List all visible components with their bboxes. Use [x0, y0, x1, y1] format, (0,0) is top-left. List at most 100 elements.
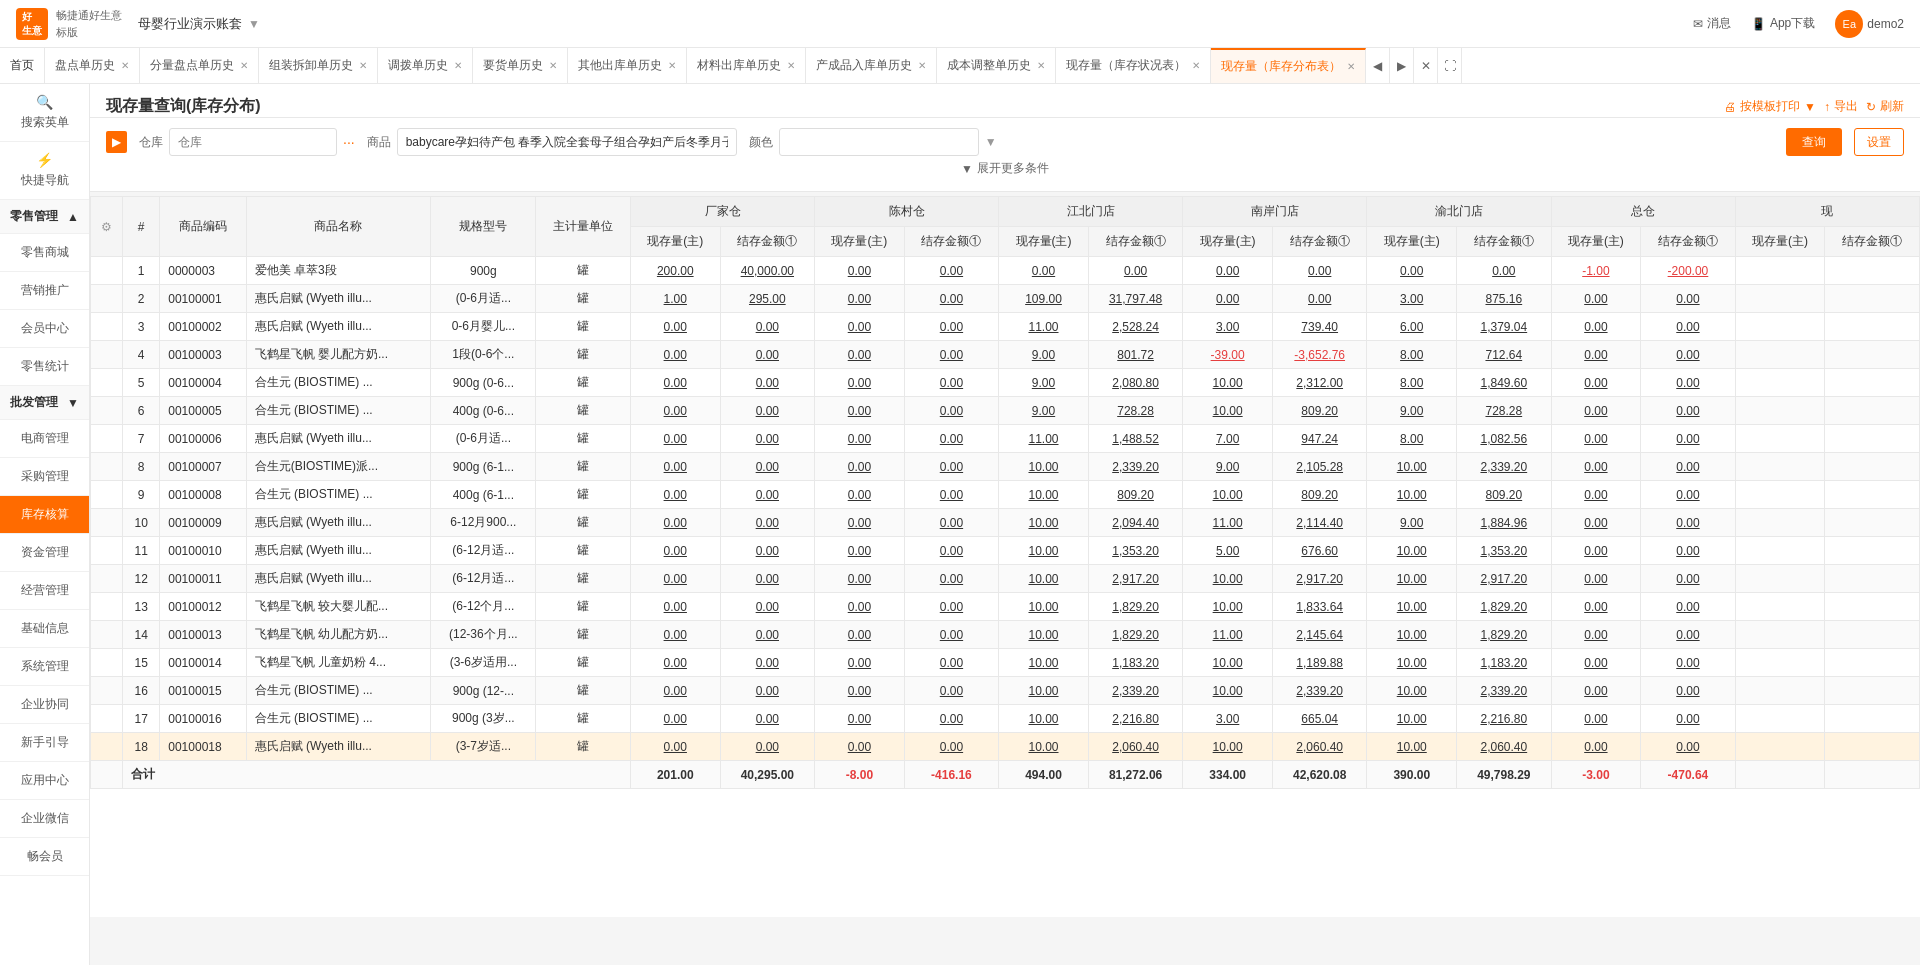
table-cell[interactable]: 0.00	[815, 397, 905, 425]
table-cell[interactable]: 10.00	[1183, 649, 1273, 677]
tab-4-close[interactable]: ✕	[454, 60, 462, 71]
tab-home[interactable]: 首页	[0, 48, 45, 84]
table-cell[interactable]: 0.00	[630, 677, 720, 705]
table-cell[interactable]: 1,829.20	[1088, 593, 1183, 621]
table-cell[interactable]: 1,379.04	[1457, 313, 1552, 341]
tab-6-close[interactable]: ✕	[668, 60, 676, 71]
table-cell[interactable]: 0.00	[1641, 621, 1736, 649]
sidebar-item-operations[interactable]: 经营管理	[0, 572, 89, 610]
table-cell[interactable]: 0.00	[720, 341, 815, 369]
sidebar-item-member2[interactable]: 畅会员	[0, 838, 89, 876]
tab-2-close[interactable]: ✕	[240, 60, 248, 71]
table-cell[interactable]: 0.00	[1551, 481, 1641, 509]
sidebar-section-retail[interactable]: 零售管理 ▲	[0, 200, 89, 234]
table-cell[interactable]: 0.00	[720, 453, 815, 481]
table-cell[interactable]: 0.00	[1641, 537, 1736, 565]
table-cell[interactable]: 10.00	[1367, 705, 1457, 733]
table-cell[interactable]: 1,183.20	[1457, 649, 1552, 677]
table-cell[interactable]: 10.00	[999, 537, 1089, 565]
table-cell[interactable]: 2,216.80	[1088, 705, 1183, 733]
table-cell[interactable]: 2,917.20	[1088, 565, 1183, 593]
table-cell[interactable]: 1,829.20	[1088, 621, 1183, 649]
table-cell[interactable]: 0.00	[1641, 369, 1736, 397]
color-input[interactable]	[779, 128, 979, 156]
table-cell[interactable]: 0.00	[720, 313, 815, 341]
table-cell[interactable]: 0.00	[815, 425, 905, 453]
table-cell[interactable]: 10.00	[999, 649, 1089, 677]
table-cell[interactable]: 0.00	[1551, 341, 1641, 369]
table-cell[interactable]: 0.00	[904, 509, 999, 537]
tab-1-close[interactable]: ✕	[121, 60, 129, 71]
tab-3-close[interactable]: ✕	[359, 60, 367, 71]
table-cell[interactable]: 0.00	[904, 453, 999, 481]
sidebar-item-retail-stat[interactable]: 零售统计	[0, 348, 89, 386]
table-cell[interactable]: -39.00	[1183, 341, 1273, 369]
table-cell[interactable]: 1,189.88	[1272, 649, 1367, 677]
tab-10-close[interactable]: ✕	[1192, 60, 1200, 71]
table-cell[interactable]: 0.00	[904, 397, 999, 425]
table-cell[interactable]: 295.00	[720, 285, 815, 313]
tab-2[interactable]: 分量盘点单历史 ✕	[140, 48, 259, 84]
table-cell[interactable]: 8.00	[1367, 425, 1457, 453]
table-cell[interactable]: 0.00	[815, 649, 905, 677]
table-cell[interactable]: 10.00	[1183, 677, 1273, 705]
tab-9[interactable]: 成本调整单历史 ✕	[937, 48, 1056, 84]
table-cell[interactable]: 1,488.52	[1088, 425, 1183, 453]
table-cell[interactable]: 0.00	[904, 649, 999, 677]
table-cell[interactable]: 9.00	[1367, 509, 1457, 537]
table-cell[interactable]: 0.00	[630, 649, 720, 677]
warehouse-dots[interactable]: ···	[343, 134, 355, 150]
table-cell[interactable]: 0.00	[904, 341, 999, 369]
tab-nav-next[interactable]: ▶	[1390, 48, 1414, 84]
table-cell[interactable]: 0.00	[904, 677, 999, 705]
table-cell[interactable]: 0.00	[630, 481, 720, 509]
tab-expand[interactable]: ⛶	[1438, 48, 1462, 84]
table-cell[interactable]: 809.20	[1457, 481, 1552, 509]
table-cell[interactable]: 0.00	[720, 677, 815, 705]
table-cell[interactable]: 0.00	[720, 397, 815, 425]
tab-8-close[interactable]: ✕	[918, 60, 926, 71]
user-menu[interactable]: Ea demo2	[1835, 10, 1904, 38]
table-cell[interactable]: 10.00	[1183, 397, 1273, 425]
table-cell[interactable]: 0.00	[1551, 425, 1641, 453]
table-cell[interactable]: 0.00	[720, 509, 815, 537]
table-cell[interactable]: 0.00	[1551, 621, 1641, 649]
table-cell[interactable]: 6.00	[1367, 313, 1457, 341]
table-cell[interactable]: 200.00	[630, 257, 720, 285]
table-cell[interactable]: 0.00	[720, 705, 815, 733]
table-cell[interactable]: 109.00	[999, 285, 1089, 313]
sidebar-item-inventory[interactable]: 库存核算	[0, 496, 89, 534]
table-cell[interactable]: 0.00	[720, 733, 815, 761]
table-cell[interactable]: 10.00	[1367, 565, 1457, 593]
table-cell[interactable]: 0.00	[720, 481, 815, 509]
tab-5-close[interactable]: ✕	[549, 60, 557, 71]
sidebar-item-appcenter[interactable]: 应用中心	[0, 762, 89, 800]
table-cell[interactable]: 1,884.96	[1457, 509, 1552, 537]
table-cell[interactable]: 0.00	[630, 453, 720, 481]
table-cell[interactable]: 7.00	[1183, 425, 1273, 453]
export-button[interactable]: ↑ 导出	[1824, 98, 1858, 115]
table-cell[interactable]: 10.00	[999, 565, 1089, 593]
messages-btn[interactable]: ✉ 消息	[1693, 15, 1731, 32]
table-cell[interactable]: 739.40	[1272, 313, 1367, 341]
table-cell[interactable]: 1,829.20	[1457, 593, 1552, 621]
table-cell[interactable]: 0.00	[1641, 705, 1736, 733]
table-cell[interactable]: 0.00	[630, 537, 720, 565]
table-cell[interactable]: 0.00	[630, 369, 720, 397]
table-cell[interactable]: 0.00	[630, 397, 720, 425]
table-cell[interactable]: 0.00	[720, 593, 815, 621]
table-cell[interactable]: 0.00	[720, 537, 815, 565]
table-cell[interactable]: 11.00	[999, 313, 1089, 341]
table-cell[interactable]: 2,060.40	[1088, 733, 1183, 761]
table-cell[interactable]: 10.00	[999, 621, 1089, 649]
table-cell[interactable]: 2,145.64	[1272, 621, 1367, 649]
tab-7[interactable]: 材料出库单历史 ✕	[687, 48, 806, 84]
tab-7-close[interactable]: ✕	[787, 60, 795, 71]
table-cell[interactable]: 0.00	[815, 733, 905, 761]
table-cell[interactable]: 0.00	[1641, 733, 1736, 761]
table-cell[interactable]: 3.00	[1367, 285, 1457, 313]
table-cell[interactable]: 676.60	[1272, 537, 1367, 565]
table-cell[interactable]: 10.00	[1367, 593, 1457, 621]
table-cell[interactable]: 0.00	[1183, 257, 1273, 285]
tab-close-all[interactable]: ✕	[1414, 48, 1438, 84]
